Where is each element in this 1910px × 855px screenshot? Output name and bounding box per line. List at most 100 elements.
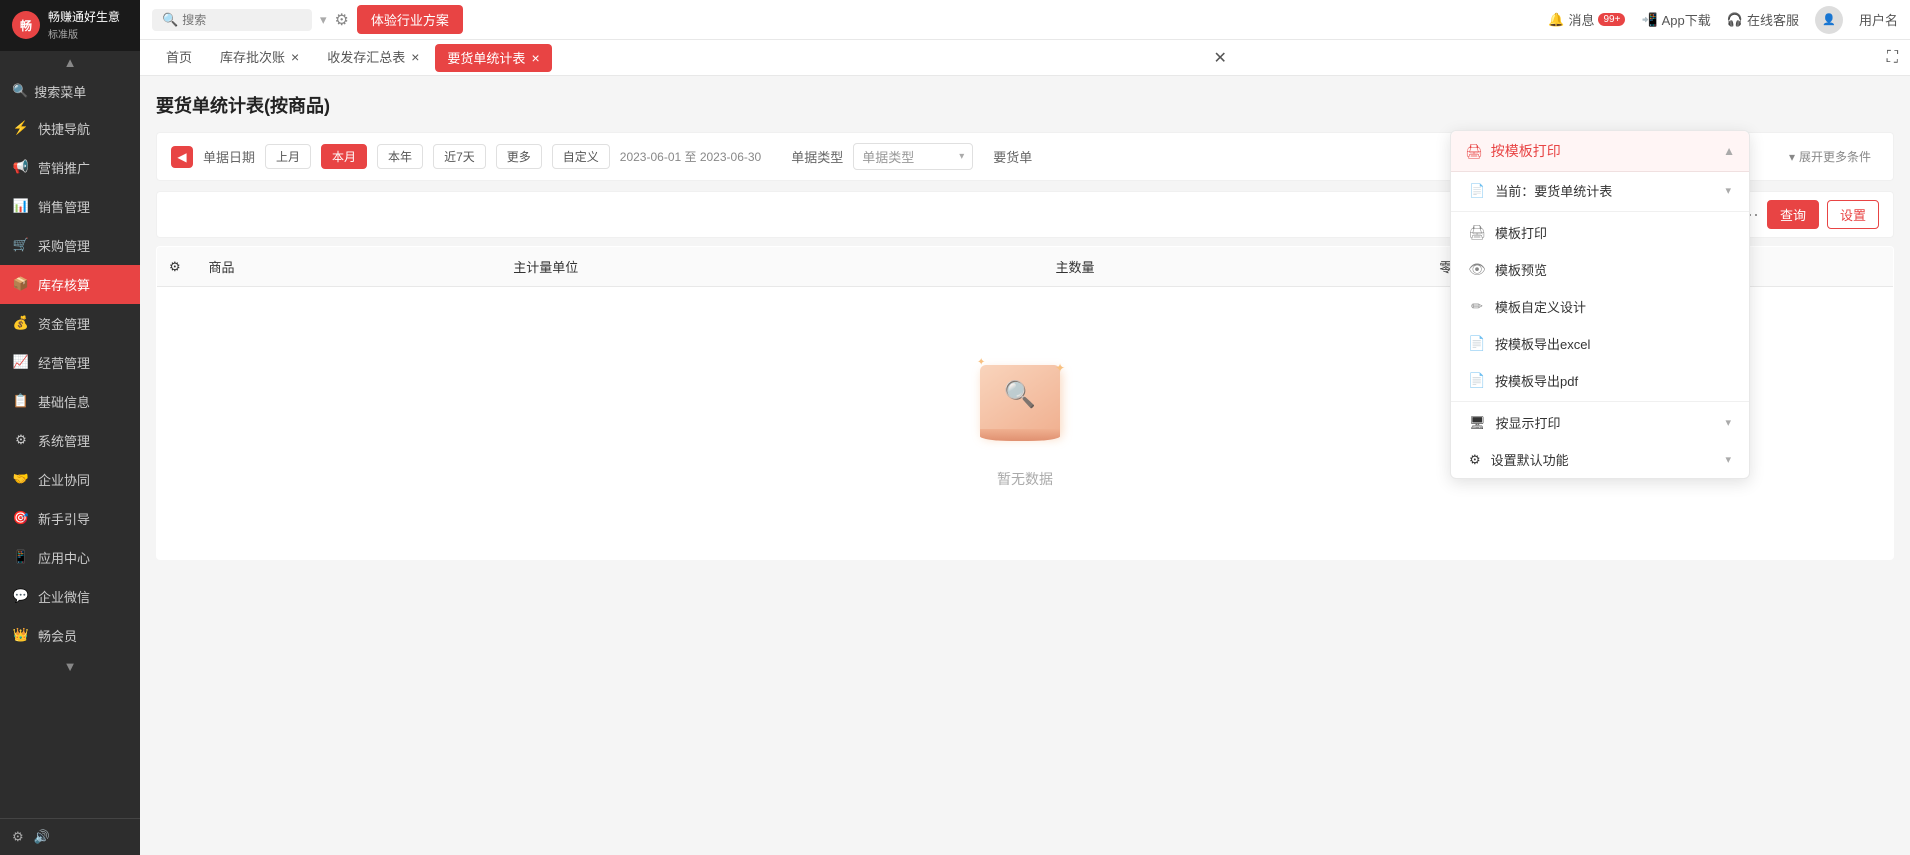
- sidebar-item-quick-nav[interactable]: ⚡ 快捷导航: [0, 109, 140, 148]
- print-dropdown-header[interactable]: 🖨 按模板打印 ▲: [1451, 131, 1749, 172]
- tabs-close-all-btn[interactable]: ✕: [1214, 48, 1227, 68]
- display-print-section[interactable]: 🖥 按显示打印 ▾: [1451, 404, 1749, 441]
- template-print-item[interactable]: 🖨 模板打印: [1451, 214, 1749, 251]
- print-dropdown-title: 按模板打印: [1491, 141, 1561, 161]
- tab-home[interactable]: 首页: [152, 40, 206, 76]
- system-icon: ⚙: [12, 431, 30, 449]
- topbar-chevron-icon[interactable]: ▾: [320, 12, 327, 28]
- member-icon: 👑: [12, 626, 30, 644]
- template-preview-item[interactable]: 👁 模板预览: [1451, 251, 1749, 288]
- sales-icon: 📊: [12, 197, 30, 215]
- notifications-btn[interactable]: 🔔 消息 99+: [1548, 10, 1625, 29]
- sidebar-item-label: 应用中心: [38, 548, 90, 567]
- col-checkbox[interactable]: ⚙: [157, 247, 197, 287]
- bell-icon: 🔔: [1548, 12, 1564, 28]
- template-preview-icon: 👁: [1469, 262, 1485, 278]
- sidebar-item-newbie[interactable]: 🎯 新手引导: [0, 499, 140, 538]
- avatar-icon: 👤: [1822, 13, 1836, 26]
- date-btn-current-year[interactable]: 本年: [377, 144, 423, 169]
- template-print-icon: 🖨: [1469, 225, 1485, 241]
- template-pdf-item[interactable]: 📄 按模板导出pdf: [1451, 362, 1749, 399]
- wxwork-icon: 💬: [12, 587, 30, 605]
- tab-requisition-stats-label: 要货单统计表: [447, 48, 525, 67]
- logo-text-block: 畅赚通好生意 标准版: [48, 10, 120, 41]
- sidebar-bottom: ⚙ 🔊: [0, 818, 140, 855]
- app-badge: 标准版: [48, 26, 120, 41]
- sidebar-item-inventory[interactable]: 📦 库存核算: [0, 265, 140, 304]
- display-print-left: 🖥 按显示打印: [1469, 413, 1561, 432]
- sound-bottom-icon[interactable]: 🔊: [34, 829, 50, 845]
- template-excel-icon: 📄: [1469, 336, 1485, 352]
- tab-requisition-stats[interactable]: 要货单统计表 ×: [435, 44, 551, 72]
- tab-receivable-summary-close[interactable]: ×: [411, 50, 419, 64]
- tab-requisition-stats-close[interactable]: ×: [531, 51, 539, 65]
- sidebar-item-label: 企业协同: [38, 470, 90, 489]
- template-pdf-label: 按模板导出pdf: [1495, 371, 1578, 390]
- online-service-btn[interactable]: 🎧 在线客服: [1727, 10, 1799, 29]
- expand-icon: ▾: [1789, 150, 1795, 164]
- template-excel-item[interactable]: 📄 按模板导出excel: [1451, 325, 1749, 362]
- tab-batch-account[interactable]: 库存批次账 ×: [206, 40, 313, 76]
- search-input[interactable]: [182, 13, 282, 27]
- template-preview-label: 模板预览: [1495, 260, 1547, 279]
- user-avatar[interactable]: 👤: [1815, 6, 1843, 34]
- sidebar-scroll-down[interactable]: ▼: [0, 655, 140, 678]
- empty-illustration: 🔍 ✦ ✦: [975, 357, 1075, 457]
- default-func-section[interactable]: ⚙ 设置默认功能 ▾: [1451, 441, 1749, 478]
- sidebar-item-finance[interactable]: 💰 资金管理: [0, 304, 140, 343]
- doc-type-chevron: ▾: [959, 151, 964, 162]
- topbar-search-box[interactable]: 🔍: [152, 9, 312, 31]
- sidebar-item-label: 系统管理: [38, 431, 90, 450]
- filter-collapse-btn[interactable]: ◀: [171, 146, 193, 168]
- sidebar-item-system[interactable]: ⚙ 系统管理: [0, 421, 140, 460]
- app-download-btn[interactable]: 📲 App下载: [1641, 10, 1710, 29]
- sidebar-scroll-up[interactable]: ▲: [0, 51, 140, 74]
- sidebar-item-appstore[interactable]: 📱 应用中心: [0, 538, 140, 577]
- finance-icon: 💰: [12, 314, 30, 332]
- date-btn-prev-month[interactable]: 上月: [265, 144, 311, 169]
- sidebar-item-basic[interactable]: 📋 基础信息: [0, 382, 140, 421]
- tab-receivable-summary[interactable]: 收发存汇总表 ×: [313, 40, 433, 76]
- settings-col-icon[interactable]: ⚙: [169, 259, 181, 274]
- date-btn-more[interactable]: 更多: [496, 144, 542, 169]
- doc-type-select[interactable]: 单据类型 ▾: [853, 143, 973, 170]
- query-btn[interactable]: 查询: [1767, 200, 1819, 229]
- topbar-gear-icon[interactable]: ⚙: [335, 10, 349, 30]
- notifications-badge: 99+: [1598, 13, 1625, 26]
- download-icon: 📲: [1641, 12, 1657, 28]
- tabs-expand-btn[interactable]: ⛶: [1887, 49, 1898, 67]
- expand-label: 展开更多条件: [1799, 148, 1871, 165]
- print-dropdown-close-icon[interactable]: ▲: [1723, 144, 1735, 158]
- sidebar-item-label: 采购管理: [38, 236, 90, 255]
- expand-more-btn[interactable]: ▾ 展开更多条件: [1781, 145, 1879, 168]
- sidebar-search[interactable]: 🔍 搜索菜单: [0, 74, 140, 109]
- col-quantity: 主数量: [1043, 247, 1427, 287]
- print-header-icon: 🖨: [1465, 143, 1483, 160]
- date-btn-7days[interactable]: 近7天: [433, 144, 486, 169]
- sidebar-item-marketing[interactable]: 📢 营销推广: [0, 148, 140, 187]
- col-unit: 主计量单位: [501, 247, 1043, 287]
- newbie-icon: 🎯: [12, 509, 30, 527]
- sidebar-item-operations[interactable]: 📈 经营管理: [0, 343, 140, 382]
- sidebar-item-sales[interactable]: 📊 销售管理: [0, 187, 140, 226]
- trial-button[interactable]: 体验行业方案: [357, 5, 463, 34]
- empty-search-icon: 🔍: [1004, 379, 1036, 410]
- settings-bottom-icon[interactable]: ⚙: [12, 829, 24, 845]
- username-label: 用户名: [1859, 10, 1898, 29]
- app-download-label: App下载: [1662, 10, 1711, 29]
- template-custom-item[interactable]: ✏ 模板自定义设计: [1451, 288, 1749, 325]
- sidebar-item-wxwork[interactable]: 💬 企业微信: [0, 577, 140, 616]
- sidebar-item-member[interactable]: 👑 畅会员: [0, 616, 140, 655]
- print-dropdown: 🖨 按模板打印 ▲ 📄 当前：要货单统计表 ▾ 🖨 模板打印 👁 模板预览 ✏ …: [1450, 130, 1750, 479]
- tab-home-label: 首页: [166, 47, 192, 66]
- settings-btn[interactable]: 设置: [1827, 200, 1879, 229]
- sidebar-item-collab[interactable]: 🤝 企业协同: [0, 460, 140, 499]
- date-btn-current-month[interactable]: 本月: [321, 144, 367, 169]
- sidebar-item-purchase[interactable]: 🛒 采购管理: [0, 226, 140, 265]
- tab-batch-account-close[interactable]: ×: [291, 50, 299, 64]
- sidebar-item-label: 新手引导: [38, 509, 90, 528]
- date-btn-custom[interactable]: 自定义: [552, 144, 610, 169]
- tab-batch-account-label: 库存批次账: [220, 47, 285, 66]
- current-template-section[interactable]: 📄 当前：要货单统计表 ▾: [1451, 172, 1749, 209]
- quick-nav-icon: ⚡: [12, 119, 30, 137]
